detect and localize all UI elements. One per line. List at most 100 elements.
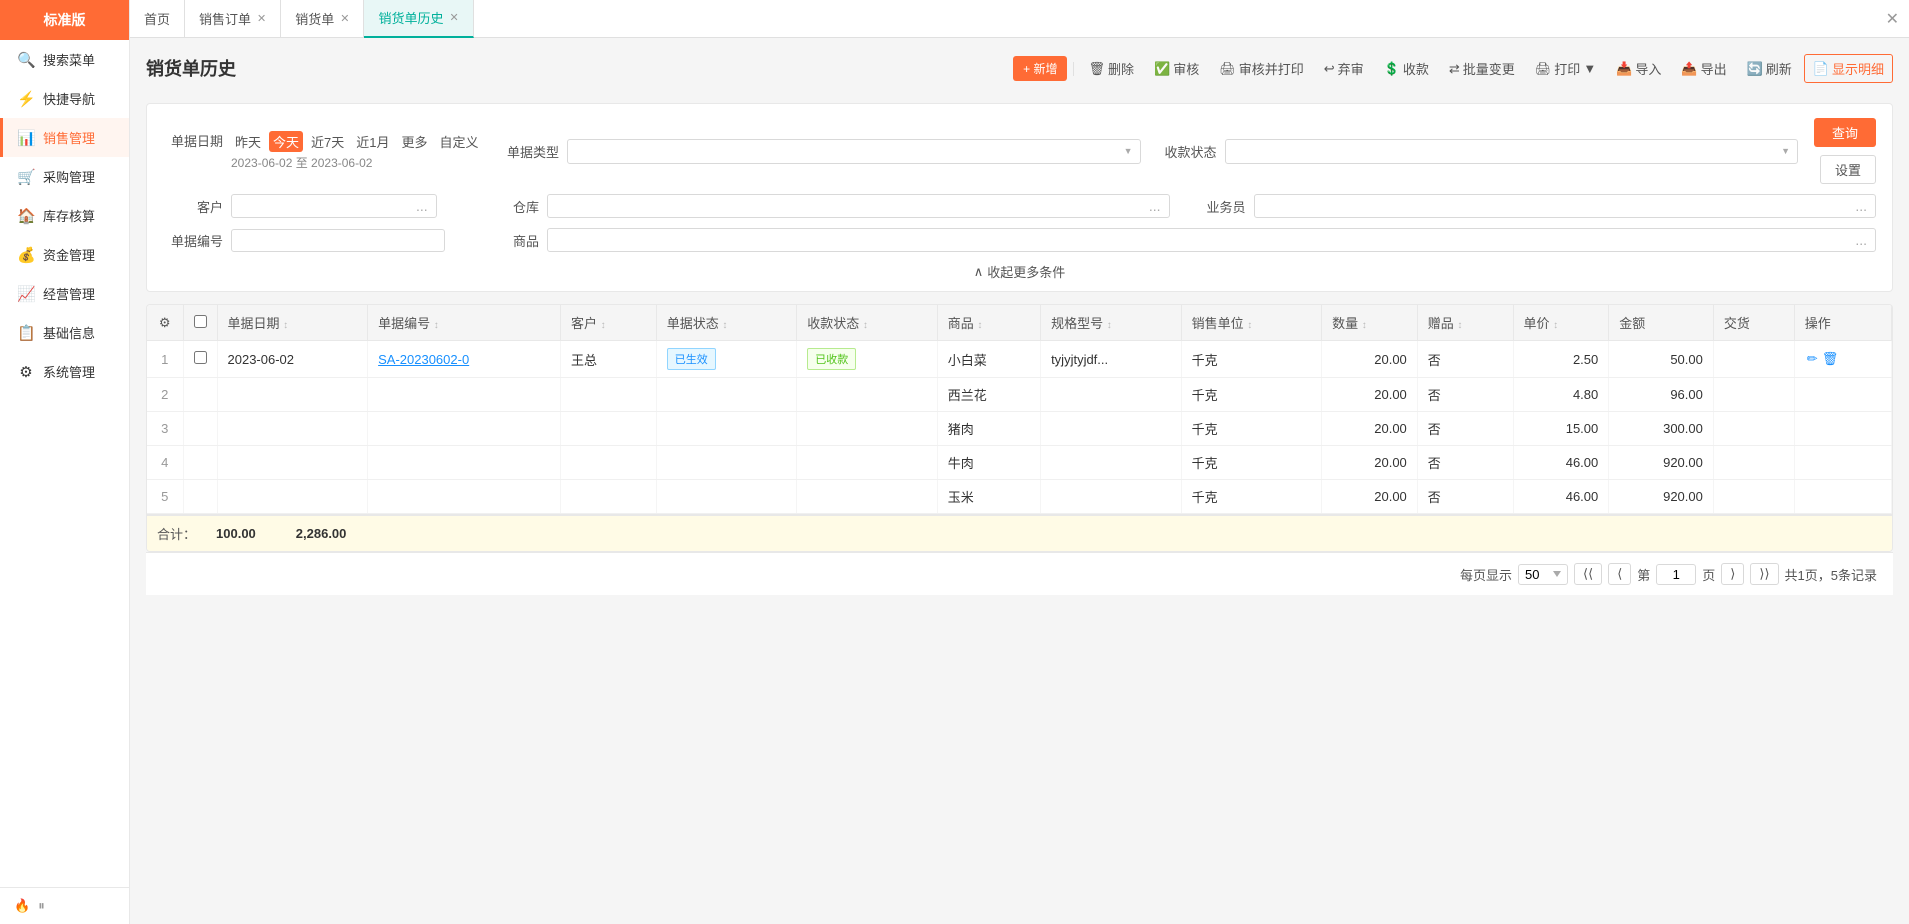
cell-spec: tyjyjtyjdf... xyxy=(1041,341,1182,378)
shortcut-more[interactable]: 更多 xyxy=(398,131,432,152)
sidebar-item-search[interactable]: 🔍 搜索菜单 xyxy=(0,40,129,79)
audit-print-button[interactable]: 🖨 审核并打印 xyxy=(1211,55,1312,82)
sidebar-item-quick[interactable]: ⚡ 快捷导航 xyxy=(0,79,129,118)
sort-collect-status-icon: ↕ xyxy=(863,320,868,331)
close-tab-sales-goods-icon[interactable]: ✕ xyxy=(340,12,349,25)
collect-status-select-wrap xyxy=(1225,139,1799,164)
col-unit[interactable]: 销售单位 ↕ xyxy=(1181,305,1322,341)
goods-ellipsis-button[interactable]: ... xyxy=(1853,232,1869,248)
col-spec[interactable]: 规格型号 ↕ xyxy=(1041,305,1182,341)
collect-status-select[interactable] xyxy=(1225,139,1799,164)
cell-actions xyxy=(1794,446,1891,480)
shortcut-custom[interactable]: 自定义 xyxy=(436,131,483,152)
refresh-button[interactable]: 🔄 刷新 xyxy=(1739,55,1800,82)
show-detail-button[interactable]: 📄 显示明细 xyxy=(1804,54,1893,83)
sort-doc-date-icon: ↕ xyxy=(283,320,288,331)
export-button[interactable]: 📤 导出 xyxy=(1673,55,1734,82)
col-customer[interactable]: 客户 ↕ xyxy=(561,305,657,341)
col-collect-status[interactable]: 收款状态 ↕ xyxy=(797,305,938,341)
close-tab-sales-order-icon[interactable]: ✕ xyxy=(257,12,266,25)
action-编辑-button[interactable]: ✏ xyxy=(1805,351,1820,367)
col-goods[interactable]: 商品 ↕ xyxy=(937,305,1040,341)
customer-input[interactable] xyxy=(238,199,414,214)
sales-icon: 📊 xyxy=(17,129,35,147)
shortcut-yesterday[interactable]: 昨天 xyxy=(231,131,265,152)
tab-home[interactable]: 首页 xyxy=(130,0,185,38)
shortcut-today[interactable]: 今天 xyxy=(269,131,303,152)
doc-type-label: 单据类型 xyxy=(499,142,559,161)
shortcut-1month[interactable]: 近1月 xyxy=(352,131,393,152)
col-doc-no[interactable]: 单据编号 ↕ xyxy=(368,305,561,341)
tab-sales-order[interactable]: 销售订单 ✕ xyxy=(185,0,281,38)
sidebar-item-sales[interactable]: 📊 销售管理 xyxy=(0,118,129,157)
fire-icon[interactable]: 🔥 xyxy=(14,898,30,914)
page-size-select[interactable]: 50 100 200 xyxy=(1518,564,1568,585)
filter-settings-button[interactable]: 设置 xyxy=(1820,155,1876,184)
query-button[interactable]: 查询 xyxy=(1814,118,1876,147)
docno-input[interactable] xyxy=(238,233,438,248)
cell-doc-no xyxy=(368,446,561,480)
col-gift[interactable]: 赠品 ↕ xyxy=(1417,305,1513,341)
col-doc-date[interactable]: 单据日期 ↕ xyxy=(217,305,368,341)
current-page-input[interactable] xyxy=(1656,564,1696,585)
goods-input[interactable] xyxy=(554,233,1853,248)
table-header-row: ⚙ 单据日期 ↕ 单据编号 ↕ 客户 ↕ 单据状态 ↕ 收款状态 ↕ 商品 ↕ … xyxy=(147,305,1892,341)
sort-gift-icon: ↕ xyxy=(1457,320,1462,331)
cell-checkbox xyxy=(183,341,217,378)
search-menu-icon: 🔍 xyxy=(17,51,35,69)
shortcut-7days[interactable]: 近7天 xyxy=(307,131,348,152)
salesperson-input-wrap: ... xyxy=(1254,194,1877,218)
salesperson-ellipsis-button[interactable]: ... xyxy=(1853,198,1869,214)
warehouse-ellipsis-button[interactable]: ... xyxy=(1147,198,1163,214)
doc-type-select[interactable] xyxy=(567,139,1141,164)
tab-sales-goods[interactable]: 销货单 ✕ xyxy=(281,0,364,38)
operations-icon: 📈 xyxy=(17,285,35,303)
cell-actions xyxy=(1794,412,1891,446)
collect-button[interactable]: 💲 收款 xyxy=(1376,55,1437,82)
delete-button[interactable]: 🗑 删除 xyxy=(1080,55,1142,82)
sidebar-item-operations[interactable]: 📈 经营管理 xyxy=(0,274,129,313)
col-doc-status[interactable]: 单据状态 ↕ xyxy=(656,305,797,341)
col-settings[interactable]: ⚙ xyxy=(147,305,183,341)
first-page-button[interactable]: ⟨⟨ xyxy=(1574,563,1602,585)
cell-amount: 50.00 xyxy=(1609,341,1714,378)
print-dropdown-icon: ▼ xyxy=(1583,61,1596,76)
cell-spec xyxy=(1041,480,1182,514)
cell-doc-status xyxy=(656,378,797,412)
print-button[interactable]: 🖨 打印 ▼ xyxy=(1527,55,1604,82)
batch-change-button[interactable]: ⇄ 批量变更 xyxy=(1441,55,1523,82)
table-row: 1 2023-06-02 SA-20230602-0 王总 已生效 已收款 小白… xyxy=(147,341,1892,378)
audit-button[interactable]: ✅ 审核 xyxy=(1146,55,1207,82)
action-删除-button[interactable]: 🗑 xyxy=(1820,351,1841,367)
sidebar-item-basics[interactable]: 📋 基础信息 xyxy=(0,313,129,352)
doc-no-link[interactable]: SA-20230602-0 xyxy=(378,352,469,367)
footer-values: 100.00 2,286.00 xyxy=(216,526,346,541)
warehouse-input-wrap: ... xyxy=(547,194,1170,218)
sidebar-item-system[interactable]: ⚙ 系统管理 xyxy=(0,352,129,391)
tab-sales-history[interactable]: 销货单历史 ✕ xyxy=(364,0,473,38)
close-tab-sales-history-icon[interactable]: ✕ xyxy=(450,11,459,24)
pause-icon[interactable]: ⏸ xyxy=(38,898,45,914)
col-quantity[interactable]: 数量 ↕ xyxy=(1322,305,1418,341)
salesperson-input[interactable] xyxy=(1261,199,1854,214)
goods-input-wrap: ... xyxy=(547,228,1876,252)
close-all-button[interactable]: ✕ xyxy=(1886,9,1909,29)
select-all-checkbox[interactable] xyxy=(194,315,207,328)
customer-ellipsis-button[interactable]: ... xyxy=(414,198,430,214)
cell-doc-date xyxy=(217,446,368,480)
cell-customer xyxy=(561,412,657,446)
prev-page-button[interactable]: ⟨ xyxy=(1608,563,1631,585)
import-button[interactable]: 📥 导入 xyxy=(1608,55,1669,82)
col-unit-price[interactable]: 单价 ↕ xyxy=(1513,305,1609,341)
sidebar-item-inventory[interactable]: 🏠 库存核算 xyxy=(0,196,129,235)
sort-customer-icon: ↕ xyxy=(601,320,606,331)
next-page-button[interactable]: ⟩ xyxy=(1721,563,1744,585)
warehouse-input[interactable] xyxy=(554,199,1147,214)
abandon-button[interactable]: ↩ 弃审 xyxy=(1316,55,1372,82)
last-page-button[interactable]: ⟩⟩ xyxy=(1750,563,1778,585)
row-checkbox[interactable] xyxy=(194,351,207,364)
sidebar-item-finance[interactable]: 💰 资金管理 xyxy=(0,235,129,274)
sidebar-item-purchase[interactable]: 🛒 采购管理 xyxy=(0,157,129,196)
new-button[interactable]: + 新增 xyxy=(1013,56,1067,81)
collapse-button[interactable]: ∧ 收起更多条件 xyxy=(163,262,1876,281)
